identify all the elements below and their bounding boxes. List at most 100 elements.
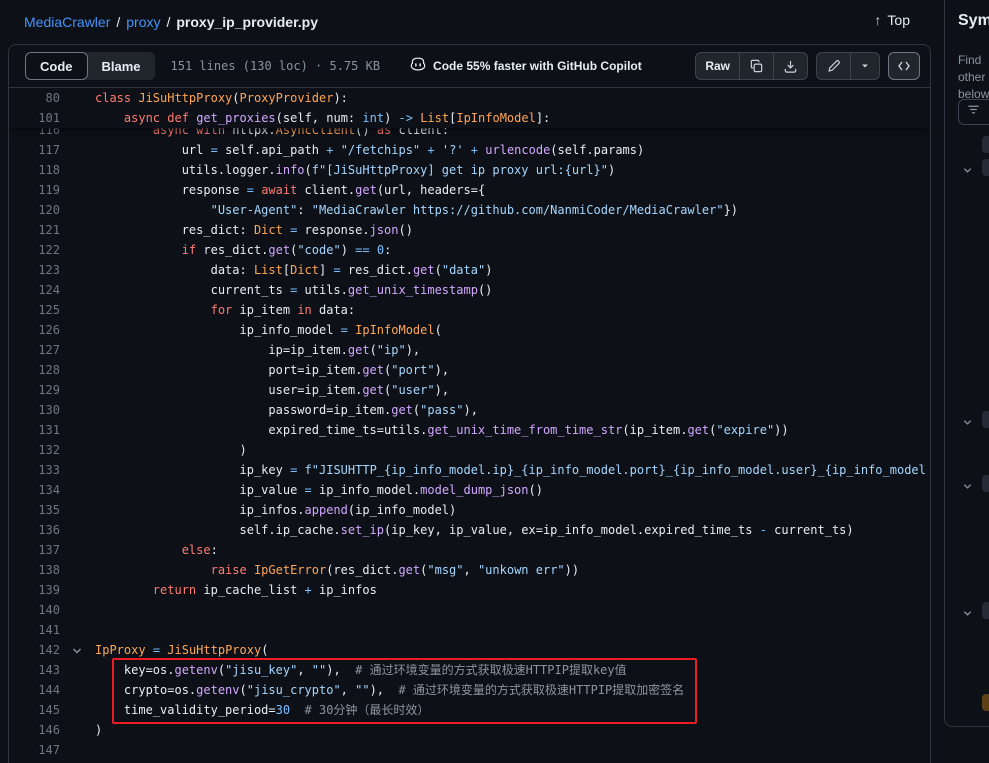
- line-number[interactable]: 118: [9, 160, 60, 180]
- symbols-toggle-button[interactable]: [888, 52, 920, 80]
- symbols-panel-title: Sym: [958, 12, 989, 30]
- gutter-space: [60, 540, 95, 560]
- code-text: current_ts = utils.get_unix_timestamp(): [95, 280, 492, 300]
- line-number[interactable]: 144: [9, 680, 60, 700]
- breadcrumb-folder-link[interactable]: proxy: [126, 14, 160, 30]
- code-text: if res_dict.get("code") == 0:: [95, 240, 391, 260]
- line-number[interactable]: 146: [9, 720, 60, 740]
- line-number[interactable]: 145: [9, 700, 60, 720]
- symbols-panel: Sym Find other below: [944, 0, 989, 727]
- top-label: Top: [887, 12, 910, 28]
- code-text: data: List[Dict] = res_dict.get("data"): [95, 260, 492, 280]
- symbol-tree-item: [945, 411, 989, 429]
- line-number[interactable]: 133: [9, 460, 60, 480]
- symbols-filter-input[interactable]: [958, 99, 989, 125]
- line-number[interactable]: 101: [9, 108, 60, 128]
- symbol-chip[interactable]: [982, 475, 989, 492]
- code-line-136: 136 self.ip_cache.set_ip(ip_key, ip_valu…: [9, 520, 930, 540]
- line-number[interactable]: 80: [9, 88, 60, 108]
- copy-icon[interactable]: [739, 53, 773, 79]
- symbols-panel-description: Find other below: [958, 52, 989, 103]
- gutter-space: [60, 240, 95, 260]
- code-text: self.ip_cache.set_ip(ip_key, ip_value, e…: [95, 520, 854, 540]
- line-number[interactable]: 134: [9, 480, 60, 500]
- chevron-down-icon[interactable]: [962, 163, 973, 181]
- code-line-127: 127 ip=ip_item.get("ip"),: [9, 340, 930, 360]
- gutter-space: [60, 560, 95, 580]
- symbol-chip[interactable]: [982, 411, 989, 428]
- chevron-down-icon[interactable]: [962, 606, 973, 624]
- line-number[interactable]: 129: [9, 380, 60, 400]
- symbol-tree-item: [945, 475, 989, 493]
- code-text: return ip_cache_list + ip_infos: [95, 580, 377, 600]
- fold-chevron-icon[interactable]: [60, 640, 95, 660]
- line-number[interactable]: 137: [9, 540, 60, 560]
- line-number[interactable]: 123: [9, 260, 60, 280]
- line-number[interactable]: 121: [9, 220, 60, 240]
- line-number[interactable]: 116: [9, 128, 60, 140]
- raw-button[interactable]: Raw: [696, 53, 739, 79]
- line-number[interactable]: 135: [9, 500, 60, 520]
- code-line-118: 118 utils.logger.info(f"[JiSuHttpProxy] …: [9, 160, 930, 180]
- line-number[interactable]: 119: [9, 180, 60, 200]
- breadcrumb-repo-link[interactable]: MediaCrawler: [24, 14, 110, 30]
- line-number[interactable]: 147: [9, 740, 60, 760]
- line-number[interactable]: 125: [9, 300, 60, 320]
- line-number[interactable]: 127: [9, 340, 60, 360]
- line-number[interactable]: 131: [9, 420, 60, 440]
- code-text: time_validity_period=30 # 30分钟（最长时效）: [95, 700, 429, 720]
- gutter-space: [60, 200, 95, 220]
- line-number[interactable]: 132: [9, 440, 60, 460]
- line-number[interactable]: 139: [9, 580, 60, 600]
- line-number[interactable]: 138: [9, 560, 60, 580]
- code-line-140: 140: [9, 600, 930, 620]
- line-number[interactable]: 117: [9, 140, 60, 160]
- copilot-logo-icon: [410, 56, 426, 77]
- edit-pencil-icon[interactable]: [817, 53, 850, 79]
- code-line-126: 126 ip_info_model = IpInfoModel(: [9, 320, 930, 340]
- line-number[interactable]: 136: [9, 520, 60, 540]
- download-icon[interactable]: [773, 53, 807, 79]
- line-number[interactable]: 142: [9, 640, 60, 660]
- symbol-chip-highlighted[interactable]: [982, 694, 989, 711]
- line-number[interactable]: 124: [9, 280, 60, 300]
- gutter-space: [60, 480, 95, 500]
- tab-blame[interactable]: Blame: [88, 52, 155, 80]
- gutter-space: [60, 460, 95, 480]
- line-number[interactable]: 128: [9, 360, 60, 380]
- tab-code[interactable]: Code: [25, 52, 88, 80]
- chevron-down-icon[interactable]: [962, 479, 973, 497]
- code-line-135: 135 ip_infos.append(ip_info_model): [9, 500, 930, 520]
- code-line-130: 130 password=ip_item.get("pass"),: [9, 400, 930, 420]
- code-text: ip_infos.append(ip_info_model): [95, 500, 456, 520]
- gutter-space: [60, 600, 95, 620]
- file-box: Code Blame 151 lines (130 loc) · 5.75 KB…: [8, 44, 931, 763]
- chevron-down-icon[interactable]: [962, 415, 973, 433]
- code-text: async with httpx.AsyncClient() as client…: [95, 128, 449, 140]
- symbol-chip[interactable]: [982, 602, 989, 619]
- line-number[interactable]: 122: [9, 240, 60, 260]
- code-text: utils.logger.info(f"[JiSuHttpProxy] get …: [95, 160, 615, 180]
- code-line-80: 80class JiSuHttpProxy(ProxyProvider):: [9, 88, 930, 108]
- symbol-tree-item: [945, 159, 989, 177]
- scroll-to-top-link[interactable]: ↑ Top: [874, 12, 910, 28]
- edit-caret-down-icon[interactable]: [850, 53, 879, 79]
- symbol-chip[interactable]: [982, 159, 989, 176]
- gutter-space: [60, 260, 95, 280]
- line-number[interactable]: 141: [9, 620, 60, 640]
- symbol-chip[interactable]: [982, 136, 989, 153]
- line-number[interactable]: 143: [9, 660, 60, 680]
- line-number[interactable]: 120: [9, 200, 60, 220]
- code-text: port=ip_item.get("port"),: [95, 360, 449, 380]
- line-number[interactable]: 130: [9, 400, 60, 420]
- gutter-space: [60, 580, 95, 600]
- code-text: ): [95, 720, 102, 740]
- code-line-120: 120 "User-Agent": "MediaCrawler https://…: [9, 200, 930, 220]
- code-text: ip=ip_item.get("ip"),: [95, 340, 420, 360]
- symbol-tree-item: [945, 694, 989, 712]
- copilot-banner[interactable]: Code 55% faster with GitHub Copilot: [410, 56, 642, 77]
- line-number[interactable]: 140: [9, 600, 60, 620]
- code-line-137: 137 else:: [9, 540, 930, 560]
- code-text: ip_value = ip_info_model.model_dump_json…: [95, 480, 543, 500]
- line-number[interactable]: 126: [9, 320, 60, 340]
